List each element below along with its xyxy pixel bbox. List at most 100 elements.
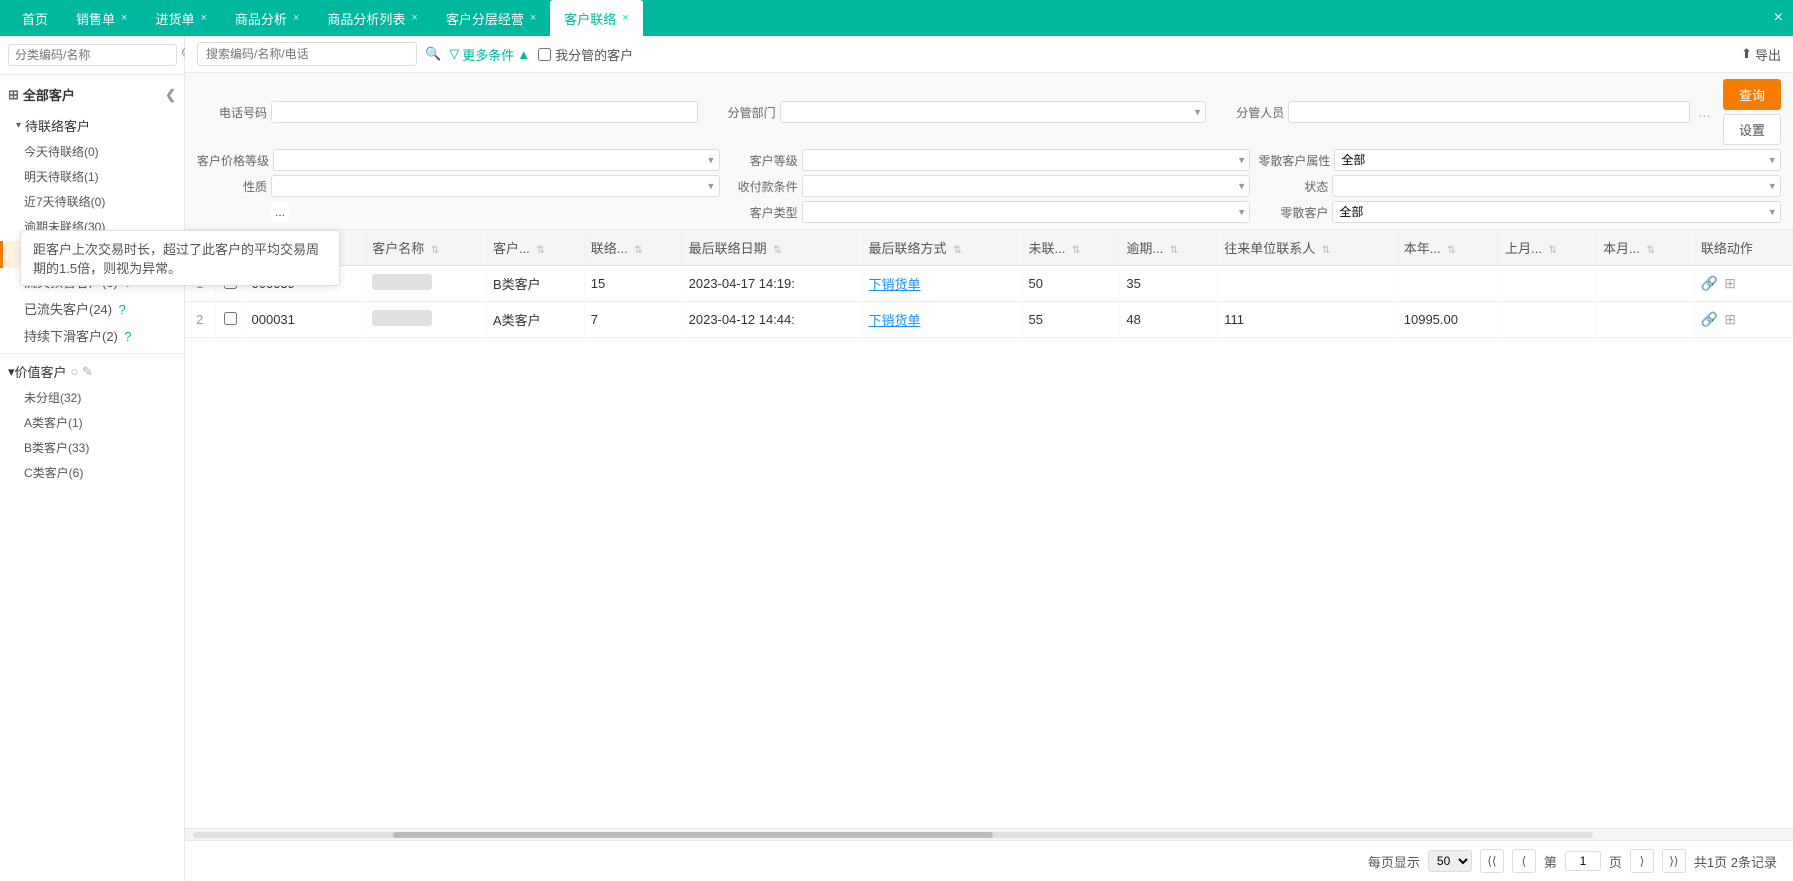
- nav-customer-contact-close[interactable]: ×: [622, 12, 628, 24]
- th-unlink-days: 未联... ⇅: [1022, 230, 1120, 266]
- sidebar-search-input[interactable]: [8, 44, 177, 66]
- row1-action-icons: 🔗 ⊞: [1701, 275, 1786, 292]
- sort-overdue-icon[interactable]: ⇅: [1170, 245, 1178, 256]
- nav-product-analysis-close[interactable]: ×: [293, 12, 299, 24]
- sidebar-continue-drop[interactable]: 持续下滑客户(2) ?: [0, 322, 184, 349]
- staff-more-icon[interactable]: …: [1694, 105, 1715, 120]
- customer-type-select[interactable]: [802, 201, 1251, 223]
- sort-thismonth-icon[interactable]: ⇅: [1646, 245, 1654, 256]
- main-search-input[interactable]: [197, 42, 417, 66]
- sidebar-valuable-customers-group[interactable]: ▾ 价值客户 ○ ✎: [0, 358, 184, 385]
- sort-contact-icon[interactable]: ⇅: [634, 245, 642, 256]
- customer-table: ⚙ 客户编码 ⇅ 客户名称 ⇅: [185, 230, 1793, 338]
- per-page-select[interactable]: 50: [1428, 850, 1472, 872]
- sidebar-group-b[interactable]: B类客户(33): [0, 435, 184, 460]
- sidebar-today-pending[interactable]: 今天待联络(0): [0, 139, 184, 164]
- dept-select[interactable]: [780, 101, 1207, 123]
- page-number-input[interactable]: [1565, 851, 1601, 871]
- row1-this-year: [1397, 266, 1498, 302]
- per-page-label: 每页显示: [1368, 852, 1420, 871]
- row2-grid-icon[interactable]: ⊞: [1724, 311, 1736, 328]
- filter-retail-customer-field: 零散客户 全部: [1258, 201, 1781, 223]
- sidebar-tomorrow-pending[interactable]: 明天待联络(1): [0, 164, 184, 189]
- gender-select[interactable]: [271, 175, 720, 197]
- customer-grade-select-wrap: [802, 149, 1251, 171]
- nav-customer-contact[interactable]: 客户联络 ×: [550, 0, 642, 36]
- more-filter-button[interactable]: ...: [271, 203, 289, 221]
- filter-bar: 🔍 ▽ 更多条件 ▲ 我分管的客户 ⬆ 导出: [185, 36, 1793, 73]
- nav-customer-tier[interactable]: 客户分层经营 ×: [432, 0, 550, 36]
- next-page-button[interactable]: ⟩: [1630, 849, 1654, 873]
- customer-type-label: 客户类型: [728, 204, 798, 221]
- staff-input[interactable]: [1288, 101, 1690, 123]
- filter-phone-field: 电话号码: [197, 101, 698, 123]
- sort-type-icon[interactable]: ⇅: [536, 245, 544, 256]
- phone-label: 电话号码: [197, 104, 267, 121]
- sidebar-edit-icon[interactable]: ○ ✎: [71, 364, 93, 380]
- nav-purchase[interactable]: 进货单 ×: [141, 0, 220, 36]
- status-select[interactable]: [1332, 175, 1781, 197]
- sort-method-icon[interactable]: ⇅: [953, 245, 961, 256]
- sidebar-collapse-icon[interactable]: ❮: [165, 87, 176, 103]
- sort-person-icon[interactable]: ⇅: [1322, 245, 1330, 256]
- row2-checkbox[interactable]: [224, 312, 237, 325]
- sidebar-already-lost[interactable]: 已流失客户(24) ?: [0, 295, 184, 322]
- sort-name-icon[interactable]: ⇅: [431, 245, 439, 256]
- retail-attr-select[interactable]: 全部: [1334, 149, 1781, 171]
- th-contact-person: 往来单位联系人 ⇅: [1218, 230, 1398, 266]
- query-button[interactable]: 查询: [1723, 79, 1781, 110]
- prev-page-button[interactable]: ⟨: [1512, 849, 1536, 873]
- sort-unlink-icon[interactable]: ⇅: [1072, 245, 1080, 256]
- sidebar-ungrouped[interactable]: 未分组(32): [0, 385, 184, 410]
- price-grade-select[interactable]: [273, 149, 720, 171]
- nav-purchase-close[interactable]: ×: [200, 12, 206, 24]
- export-button[interactable]: ⬆ 导出: [1741, 45, 1781, 64]
- close-all-tabs-button[interactable]: ×: [1774, 9, 1783, 27]
- customer-grade-select[interactable]: [802, 149, 1251, 171]
- row1-link-icon[interactable]: 🔗: [1701, 275, 1718, 292]
- retail-customer-select[interactable]: 全部: [1332, 201, 1781, 223]
- nav-home[interactable]: 首页: [8, 0, 62, 36]
- payment-select[interactable]: [802, 175, 1251, 197]
- sort-year-icon[interactable]: ⇅: [1447, 245, 1455, 256]
- settings-button[interactable]: 设置: [1723, 114, 1781, 145]
- first-page-button[interactable]: ⟨⟨: [1480, 849, 1504, 873]
- arrow-down-icon: ▾: [16, 120, 21, 131]
- nav-customer-tier-close[interactable]: ×: [530, 12, 536, 24]
- row1-unlink: 50: [1022, 266, 1120, 302]
- sort-date-icon[interactable]: ⇅: [773, 245, 781, 256]
- export-icon: ⬆: [1741, 46, 1752, 62]
- action-buttons: 查询 设置: [1723, 79, 1781, 145]
- sidebar-all-customers[interactable]: ⊞ 全部客户 ❮: [0, 79, 184, 110]
- row1-actions: 🔗 ⊞: [1694, 266, 1792, 302]
- sidebar-pending-title[interactable]: ▾ 待联络客户: [0, 112, 184, 139]
- row1-grid-icon[interactable]: ⊞: [1724, 275, 1736, 292]
- gender-label: 性质: [197, 178, 267, 195]
- nav-sales-close[interactable]: ×: [121, 12, 127, 24]
- row2-link-icon[interactable]: 🔗: [1701, 311, 1718, 328]
- sort-lastmonth-icon[interactable]: ⇅: [1549, 245, 1557, 256]
- main-search-icon[interactable]: 🔍: [425, 46, 441, 62]
- row2-method-link[interactable]: 下销货单: [869, 313, 921, 328]
- dept-label: 分管部门: [706, 104, 776, 121]
- my-customers-checkbox[interactable]: [538, 48, 551, 61]
- row1-overdue: 35: [1120, 266, 1218, 302]
- nav-product-list-close[interactable]: ×: [411, 12, 417, 24]
- scroll-thumb[interactable]: [393, 832, 993, 838]
- row2-checkbox-cell: [215, 302, 245, 338]
- filter-payment-field: 收付款条件: [728, 175, 1251, 197]
- sidebar-7day-pending[interactable]: 近7天待联络(0): [0, 189, 184, 214]
- row1-name-blurred: [372, 274, 432, 290]
- more-conditions-button[interactable]: ▽ 更多条件 ▲: [449, 45, 530, 64]
- sidebar-group-c[interactable]: C类客户(6): [0, 460, 184, 485]
- page-unit-label: 页: [1609, 852, 1622, 871]
- row1-method-link[interactable]: 下销货单: [869, 277, 921, 292]
- phone-input[interactable]: [271, 101, 698, 123]
- last-page-button[interactable]: ⟩⟩: [1662, 849, 1686, 873]
- sidebar-group-a[interactable]: A类客户(1): [0, 410, 184, 435]
- table-scrollbar[interactable]: [185, 828, 1793, 840]
- nav-product-analysis[interactable]: 商品分析 ×: [221, 0, 313, 36]
- nav-sales[interactable]: 销售单 ×: [62, 0, 141, 36]
- row2-last-date: 2023-04-12 14:44:: [682, 302, 862, 338]
- nav-product-list[interactable]: 商品分析列表 ×: [313, 0, 431, 36]
